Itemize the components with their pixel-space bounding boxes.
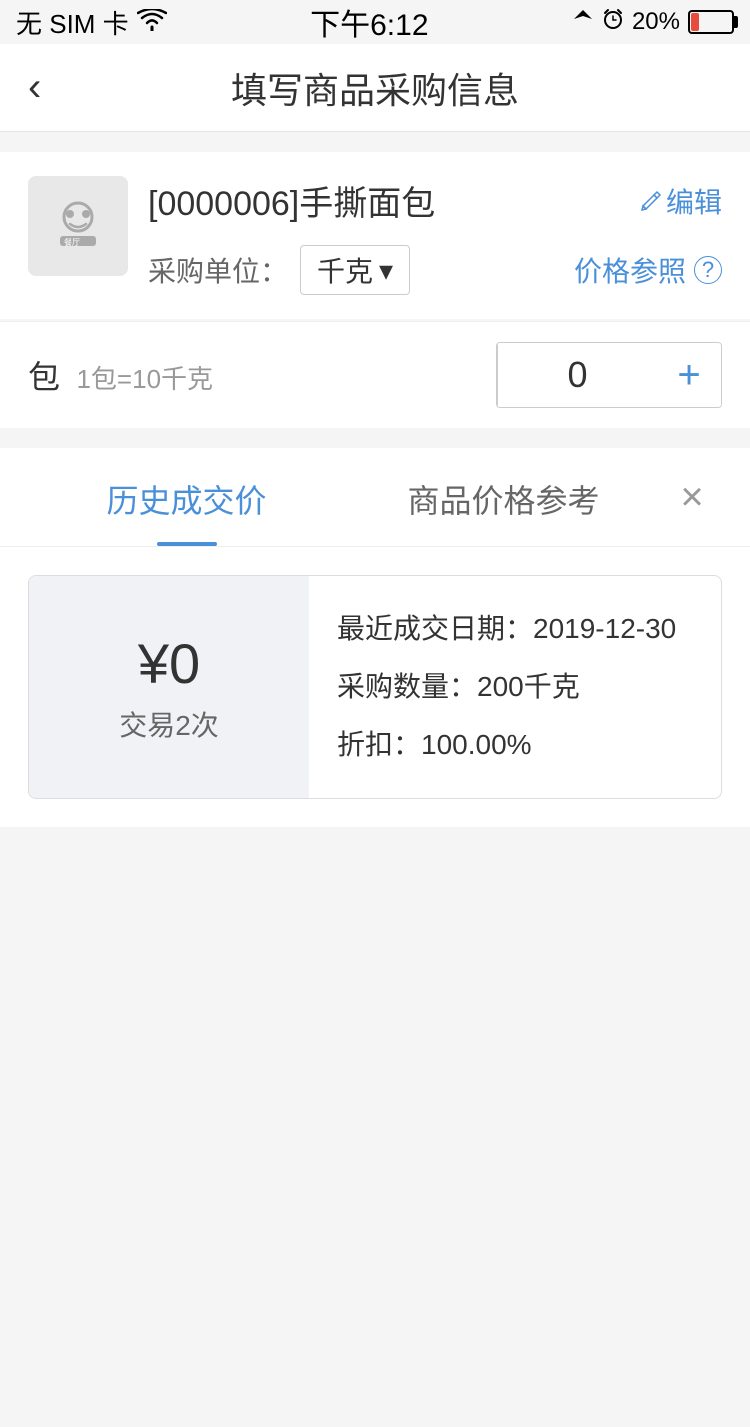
status-right: 20% [572,8,734,37]
history-content: ¥0 交易2次 最近成交日期：2019-12-30 采购数量：200千克 折扣：… [0,547,750,827]
nav-bar: ‹ 填写商品采购信息 [0,44,750,132]
product-info: [0000006]手撕面包 编辑 采购单位： 千克 ▾ [148,176,722,295]
edit-label: 编辑 [666,181,722,221]
help-icon: ? [694,256,722,284]
quantity-label: 采购数量： [337,671,477,702]
page-title: 填写商品采购信息 [231,62,519,114]
product-name-row: [0000006]手撕面包 编辑 [148,176,722,225]
wifi-icon [137,7,167,38]
unit-hint: 1包=10千克 [76,364,213,394]
history-card: ¥0 交易2次 最近成交日期：2019-12-30 采购数量：200千克 折扣：… [28,575,722,799]
unit-label: 包 [28,359,60,395]
history-price-summary: ¥0 交易2次 [29,576,309,798]
history-date-row: 最近成交日期：2019-12-30 [337,608,693,650]
battery-percent: 20% [632,8,680,36]
edit-button[interactable]: 编辑 [640,181,722,221]
history-trades-count: 交易2次 [119,704,219,744]
product-thumb-icon: 餐厅 [48,192,108,261]
product-header: 餐厅 [0000006]手撕面包 编辑 [28,176,722,295]
history-quantity-row: 采购数量：200千克 [337,666,693,708]
history-discount-row: 折扣：100.00% [337,724,693,766]
history-details: 最近成交日期：2019-12-30 采购数量：200千克 折扣：100.00% [309,576,721,798]
unit-value: 千克 [317,250,373,290]
status-left: 无 SIM 卡 [16,4,167,41]
price-ref-label: 价格参照 [574,250,686,290]
product-thumbnail: 餐厅 [28,176,128,276]
svg-text:餐厅: 餐厅 [64,238,80,247]
date-label: 最近成交日期： [337,613,533,644]
back-button[interactable]: ‹ [28,65,41,110]
tab-product-price-ref[interactable]: 商品价格参考 [345,448,662,546]
alarm-icon [602,8,624,37]
discount-label: 折扣： [337,729,421,760]
product-card: 餐厅 [0000006]手撕面包 编辑 [0,152,750,319]
price-reference-button[interactable]: 价格参照 ? [574,250,722,290]
currency-symbol: ¥ [138,632,169,695]
tabs-section: 历史成交价 商品价格参考 × ¥0 交易2次 最近成交日期：2019-12-30… [0,448,750,827]
quantity-row: 包 1包=10千克 + [0,321,750,428]
quantity-controls: + [496,342,722,408]
purchase-unit-label: 采购单位： [148,250,288,290]
unit-select[interactable]: 千克 ▾ [300,245,410,295]
purchase-unit-row: 采购单位： 千克 ▾ 价格参照 ? [148,245,722,295]
discount-value: 100.00% [421,729,532,760]
battery-icon [688,10,734,34]
status-bar: 无 SIM 卡 下午6:12 20% [0,0,750,44]
quantity-value: 200千克 [477,671,580,702]
quantity-label-group: 包 1包=10千克 [28,352,213,398]
tab-history-price[interactable]: 历史成交价 [28,448,345,546]
dropdown-icon: ▾ [379,254,393,287]
carrier-text: 无 SIM 卡 [16,4,129,41]
quantity-plus-button[interactable]: + [657,343,721,407]
quantity-input[interactable] [497,343,657,407]
product-name: [0000006]手撕面包 [148,176,435,225]
tabs-header: 历史成交价 商品价格参考 × [0,448,750,547]
location-icon [572,8,594,37]
main-background [0,827,750,1427]
time-display: 下午6:12 [310,0,428,44]
date-value: 2019-12-30 [533,613,676,644]
tabs-close-button[interactable]: × [662,467,722,527]
history-price-value: ¥0 [138,631,200,696]
